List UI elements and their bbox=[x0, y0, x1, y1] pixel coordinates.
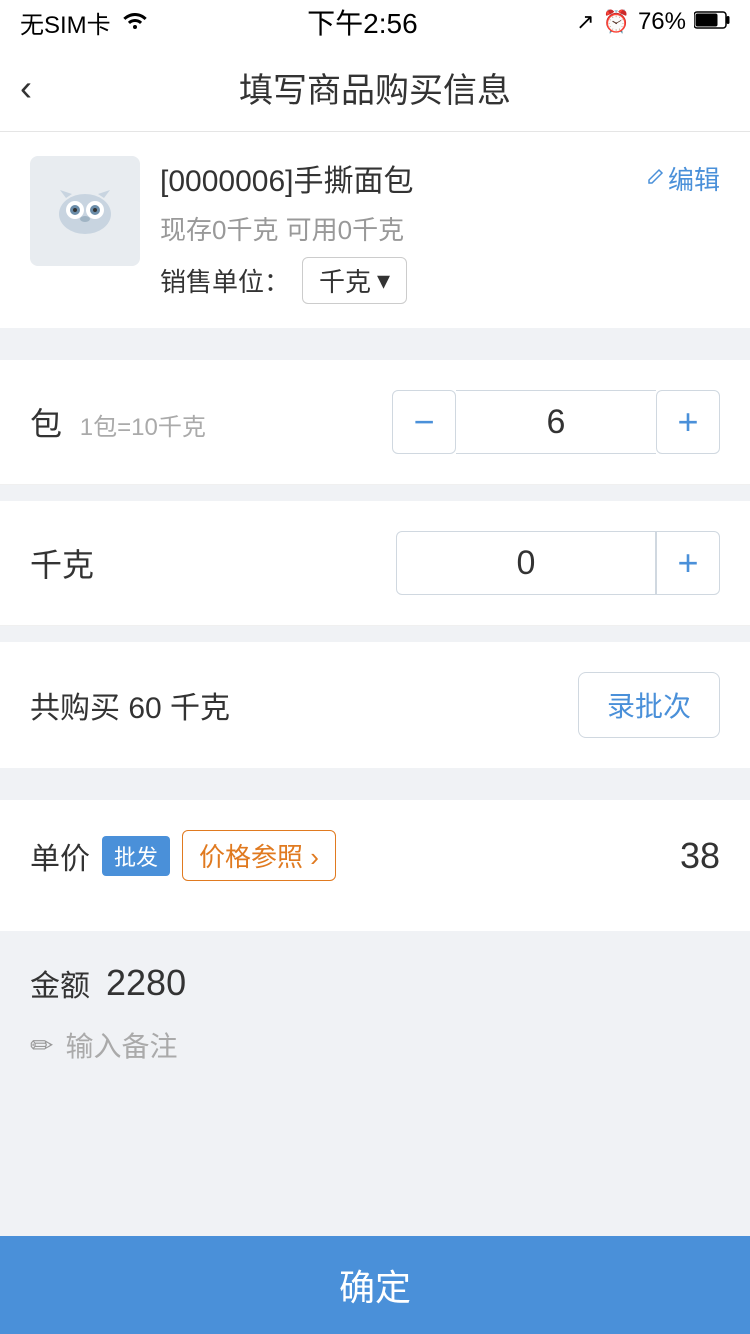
kg-qty-control: + bbox=[396, 531, 720, 595]
gps-icon: ↗ bbox=[576, 9, 594, 35]
total-row: 共购买 60 千克 录批次 bbox=[0, 642, 750, 768]
battery-label: 76% bbox=[638, 8, 686, 36]
kg-label: 千克 bbox=[30, 547, 94, 583]
status-left: 无SIM卡 bbox=[20, 5, 149, 40]
chevron-down-icon: ▾ bbox=[377, 265, 390, 296]
bag-label-container: 包 1包=10千克 bbox=[30, 399, 392, 445]
alarm-icon: ⏰ bbox=[603, 9, 630, 35]
bag-decrement-button[interactable]: − bbox=[392, 390, 456, 454]
bag-qty-control: − + bbox=[392, 390, 720, 454]
status-time: 下午2:56 bbox=[307, 2, 418, 42]
edit-button[interactable]: 编辑 bbox=[644, 160, 720, 197]
price-badge: 批发 bbox=[102, 836, 170, 876]
back-button[interactable]: ‹ bbox=[20, 67, 32, 109]
confirm-button[interactable]: 确定 bbox=[0, 1236, 750, 1334]
bag-quantity-input[interactable] bbox=[456, 390, 656, 454]
battery-icon bbox=[694, 8, 730, 36]
product-unit-row: 销售单位： 千克 ▾ bbox=[160, 257, 720, 304]
divider2 bbox=[0, 784, 750, 800]
status-right: ↗ ⏰ 76% bbox=[576, 8, 730, 36]
price-value: 38 bbox=[680, 835, 720, 877]
carrier-label: 无SIM卡 bbox=[20, 5, 111, 40]
kg-quantity-section: 千克 + bbox=[0, 501, 750, 626]
bag-label: 包 bbox=[30, 406, 62, 442]
amount-value: 2280 bbox=[106, 962, 186, 1004]
unit-select[interactable]: 千克 ▾ bbox=[302, 257, 407, 304]
kg-label-container: 千克 bbox=[30, 540, 396, 586]
product-info: [0000006]手撕面包 编辑 现存0千克 可用0千克 销售单位： 千克 ▾ bbox=[160, 156, 720, 304]
bag-increment-button[interactable]: + bbox=[656, 390, 720, 454]
price-section: 单价 批发 价格参照 › 38 bbox=[0, 800, 750, 931]
divider bbox=[0, 344, 750, 360]
remark-row[interactable]: ✏ 输入备注 bbox=[30, 1025, 720, 1065]
page-title: 填写商品购买信息 bbox=[239, 63, 511, 112]
edit-icon: ✏ bbox=[30, 1029, 53, 1062]
kg-quantity-input[interactable] bbox=[396, 531, 656, 595]
bag-quantity-row: 包 1包=10千克 − + bbox=[0, 360, 750, 485]
product-thumbnail bbox=[30, 156, 140, 266]
total-text: 共购买 60 千克 bbox=[30, 683, 230, 727]
kg-increment-button[interactable]: + bbox=[656, 531, 720, 595]
wifi-icon bbox=[121, 8, 149, 36]
price-label: 单价 bbox=[30, 834, 90, 878]
product-title-row: [0000006]手撕面包 编辑 bbox=[160, 156, 720, 200]
product-stock: 现存0千克 可用0千克 bbox=[160, 210, 720, 247]
amount-row: 金额 2280 bbox=[30, 961, 720, 1005]
kg-quantity-row: 千克 + bbox=[0, 501, 750, 626]
bag-sublabel: 1包=10千克 bbox=[80, 414, 206, 441]
bag-quantity-section: 包 1包=10千克 − + bbox=[0, 360, 750, 485]
product-name: [0000006]手撕面包 bbox=[160, 156, 413, 200]
price-left: 单价 批发 价格参照 › bbox=[30, 830, 336, 881]
nav-bar: ‹ 填写商品购买信息 bbox=[0, 44, 750, 132]
batch-button[interactable]: 录批次 bbox=[578, 672, 720, 738]
status-bar: 无SIM卡 下午2:56 ↗ ⏰ 76% bbox=[0, 0, 750, 44]
product-card: [0000006]手撕面包 编辑 现存0千克 可用0千克 销售单位： 千克 ▾ bbox=[0, 132, 750, 328]
amount-section: 金额 2280 ✏ 输入备注 bbox=[0, 931, 750, 1085]
unit-label: 销售单位： bbox=[160, 262, 290, 299]
remark-placeholder: 输入备注 bbox=[65, 1025, 177, 1065]
amount-label: 金额 bbox=[30, 961, 90, 1005]
price-row: 单价 批发 价格参照 › 38 bbox=[30, 830, 720, 881]
price-ref-button[interactable]: 价格参照 › bbox=[182, 830, 336, 881]
